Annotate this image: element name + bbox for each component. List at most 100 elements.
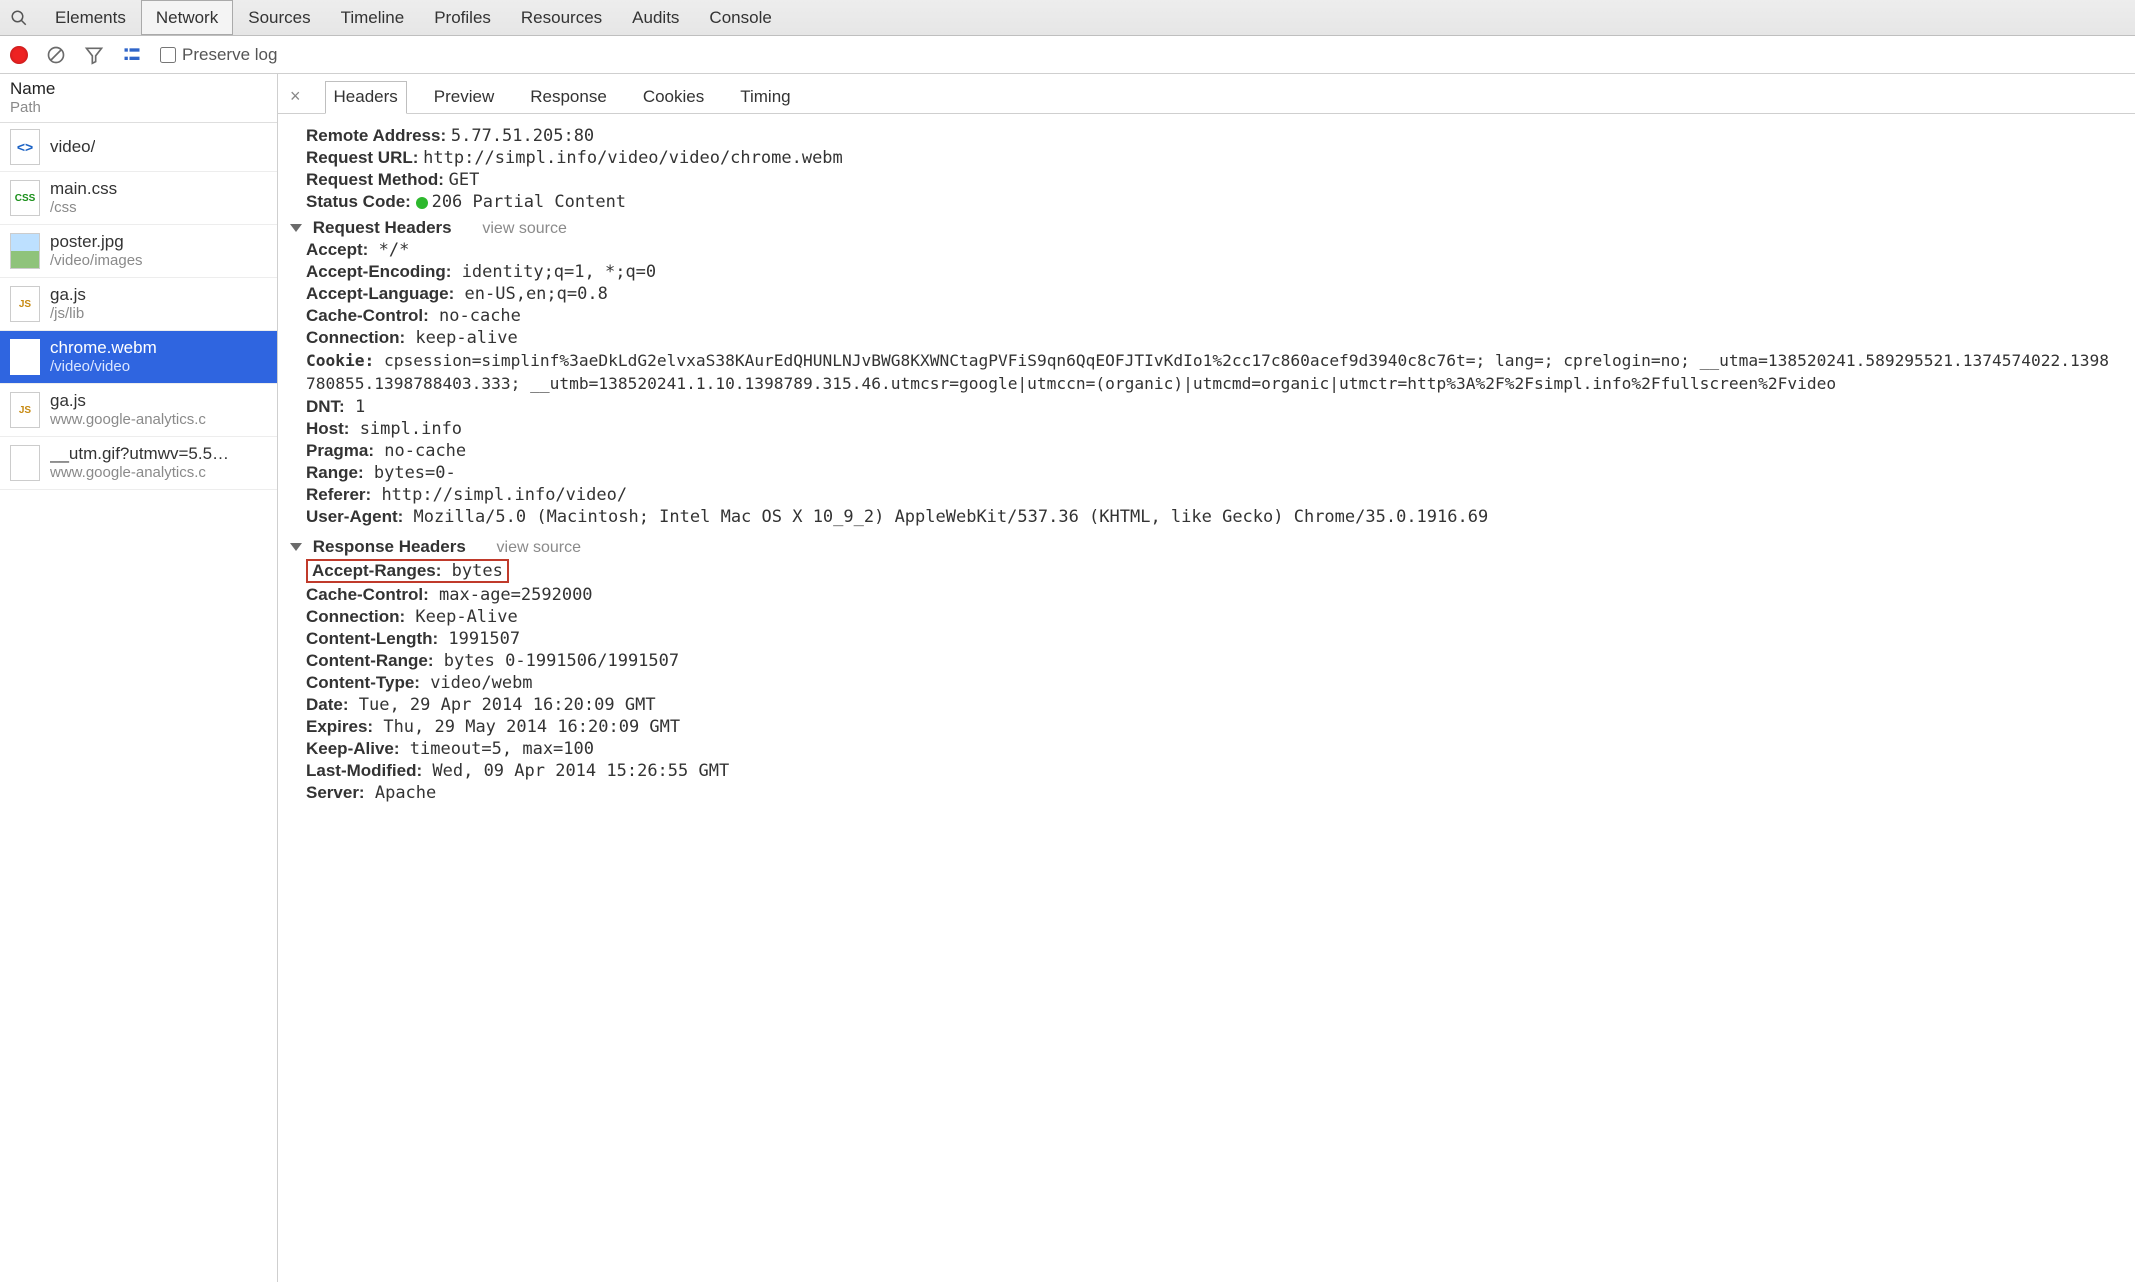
- request-name: poster.jpg: [50, 231, 143, 252]
- header-name: Accept-Encoding:: [306, 262, 451, 281]
- header-row: Accept-Encoding: identity;q=1, *;q=0: [306, 262, 2115, 282]
- col-name-label: Name: [10, 78, 267, 99]
- header-name: Connection:: [306, 607, 405, 626]
- disclosure-triangle-icon: [290, 224, 302, 232]
- header-row: Connection: Keep-Alive: [306, 607, 2115, 627]
- request-name: ga.js: [50, 284, 86, 305]
- request-list-panel: Name Path video/main.css/cssposter.jpg/v…: [0, 74, 278, 1282]
- status-indicator-icon: [416, 197, 428, 209]
- header-name: Content-Range:: [306, 651, 433, 670]
- request-row[interactable]: poster.jpg/video/images: [0, 225, 277, 278]
- detail-tab-timing[interactable]: Timing: [731, 81, 799, 113]
- header-value: bytes 0-1991506/1991507: [433, 651, 679, 671]
- header-row: Accept-Ranges: bytes: [306, 559, 2115, 583]
- header-row: Cache-Control: max-age=2592000: [306, 585, 2115, 605]
- tab-console[interactable]: Console: [694, 0, 786, 35]
- tab-network[interactable]: Network: [141, 0, 233, 35]
- header-name: Date:: [306, 695, 349, 714]
- close-icon[interactable]: ×: [284, 84, 307, 109]
- header-name: User-Agent:: [306, 507, 403, 526]
- network-toolbar: Preserve log: [0, 36, 2135, 74]
- header-row: Referer: http://simpl.info/video/: [306, 485, 2115, 505]
- header-row: Content-Length: 1991507: [306, 629, 2115, 649]
- request-row[interactable]: video/: [0, 123, 277, 172]
- detail-tab-headers[interactable]: Headers: [325, 81, 407, 114]
- response-headers-title: Response Headers: [313, 537, 466, 556]
- request-row[interactable]: ga.js/js/lib: [0, 278, 277, 331]
- header-value: Wed, 09 Apr 2014 15:26:55 GMT: [422, 761, 729, 781]
- request-row[interactable]: chrome.webm/video/video: [0, 331, 277, 384]
- header-value: no-cache: [429, 306, 521, 326]
- view-source-link[interactable]: view source: [497, 539, 581, 556]
- header-row: Range: bytes=0-: [306, 463, 2115, 483]
- request-path: /css: [50, 199, 117, 218]
- request-name: chrome.webm: [50, 337, 157, 358]
- header-name: Expires:: [306, 717, 373, 736]
- header-row: User-Agent: Mozilla/5.0 (Macintosh; Inte…: [306, 507, 2115, 527]
- request-method-value: GET: [449, 170, 480, 190]
- preserve-log-checkbox[interactable]: Preserve log: [160, 45, 277, 65]
- header-row: Accept-Language: en-US,en;q=0.8: [306, 284, 2115, 304]
- file-type-icon: [10, 233, 40, 269]
- request-url-label: Request URL:: [306, 148, 418, 167]
- tab-timeline[interactable]: Timeline: [326, 0, 420, 35]
- request-row[interactable]: main.css/css: [0, 172, 277, 225]
- clear-icon[interactable]: [46, 45, 66, 65]
- request-row[interactable]: ga.jswww.google-analytics.c: [0, 384, 277, 437]
- detail-tab-cookies[interactable]: Cookies: [634, 81, 713, 113]
- request-path: /video/images: [50, 252, 143, 271]
- header-row: Server: Apache: [306, 783, 2115, 803]
- tab-profiles[interactable]: Profiles: [419, 0, 506, 35]
- header-value: cpsession=simplinf%3aeDkLdG2elvxaS38KAur…: [306, 351, 2109, 393]
- filter-icon[interactable]: [84, 45, 104, 65]
- header-name: Accept:: [306, 240, 368, 259]
- request-path: www.google-analytics.c: [50, 464, 229, 483]
- header-name: Cache-Control:: [306, 585, 429, 604]
- preserve-log-label: Preserve log: [182, 45, 277, 65]
- view-list-icon[interactable]: [122, 45, 142, 65]
- record-button[interactable]: [10, 46, 28, 64]
- tab-resources[interactable]: Resources: [506, 0, 617, 35]
- tab-sources[interactable]: Sources: [233, 0, 325, 35]
- request-detail-panel: × Headers Preview Response Cookies Timing Re…: [278, 74, 2135, 1282]
- response-headers-section[interactable]: Response Headers view source: [290, 537, 2115, 557]
- header-value: */*: [368, 240, 409, 260]
- search-icon[interactable]: [8, 7, 30, 29]
- header-row: Host: simpl.info: [306, 419, 2115, 439]
- request-path: www.google-analytics.c: [50, 411, 206, 430]
- header-name: Pragma:: [306, 441, 374, 460]
- header-name: Accept-Language:: [306, 284, 454, 303]
- detail-tab-preview[interactable]: Preview: [425, 81, 503, 113]
- header-value: Thu, 29 May 2014 16:20:09 GMT: [373, 717, 680, 737]
- header-value: Apache: [365, 783, 437, 803]
- header-name: Range:: [306, 463, 364, 482]
- request-name: ga.js: [50, 390, 206, 411]
- header-row: Pragma: no-cache: [306, 441, 2115, 461]
- request-name: main.css: [50, 178, 117, 199]
- header-value: en-US,en;q=0.8: [454, 284, 608, 304]
- remote-address-label: Remote Address:: [306, 126, 446, 145]
- view-source-link[interactable]: view source: [482, 220, 566, 237]
- header-value: bytes=0-: [364, 463, 456, 483]
- tab-audits[interactable]: Audits: [617, 0, 694, 35]
- file-type-icon: [10, 445, 40, 481]
- request-headers-section[interactable]: Request Headers view source: [290, 218, 2115, 238]
- disclosure-triangle-icon: [290, 543, 302, 551]
- detail-tab-response[interactable]: Response: [521, 81, 616, 113]
- header-row: Cookie: cpsession=simplinf%3aeDkLdG2elvx…: [306, 350, 2115, 395]
- header-value: 1991507: [438, 629, 520, 649]
- header-name: Last-Modified:: [306, 761, 422, 780]
- request-row[interactable]: __utm.gif?utmwv=5.5…www.google-analytics…: [0, 437, 277, 490]
- header-row: Content-Range: bytes 0-1991506/1991507: [306, 651, 2115, 671]
- header-value: no-cache: [374, 441, 466, 461]
- header-value: http://simpl.info/video/: [371, 485, 627, 505]
- headers-pane: Remote Address: 5.77.51.205:80 Request U…: [278, 114, 2135, 1282]
- devtools-tabbar: ElementsNetworkSourcesTimelineProfilesRe…: [0, 0, 2135, 36]
- status-code-value: 206 Partial Content: [432, 192, 626, 212]
- tab-elements[interactable]: Elements: [40, 0, 141, 35]
- header-value: simpl.info: [349, 419, 462, 439]
- request-headers-title: Request Headers: [313, 218, 452, 237]
- header-row: Keep-Alive: timeout=5, max=100: [306, 739, 2115, 759]
- request-name: __utm.gif?utmwv=5.5…: [50, 443, 229, 464]
- header-row: Expires: Thu, 29 May 2014 16:20:09 GMT: [306, 717, 2115, 737]
